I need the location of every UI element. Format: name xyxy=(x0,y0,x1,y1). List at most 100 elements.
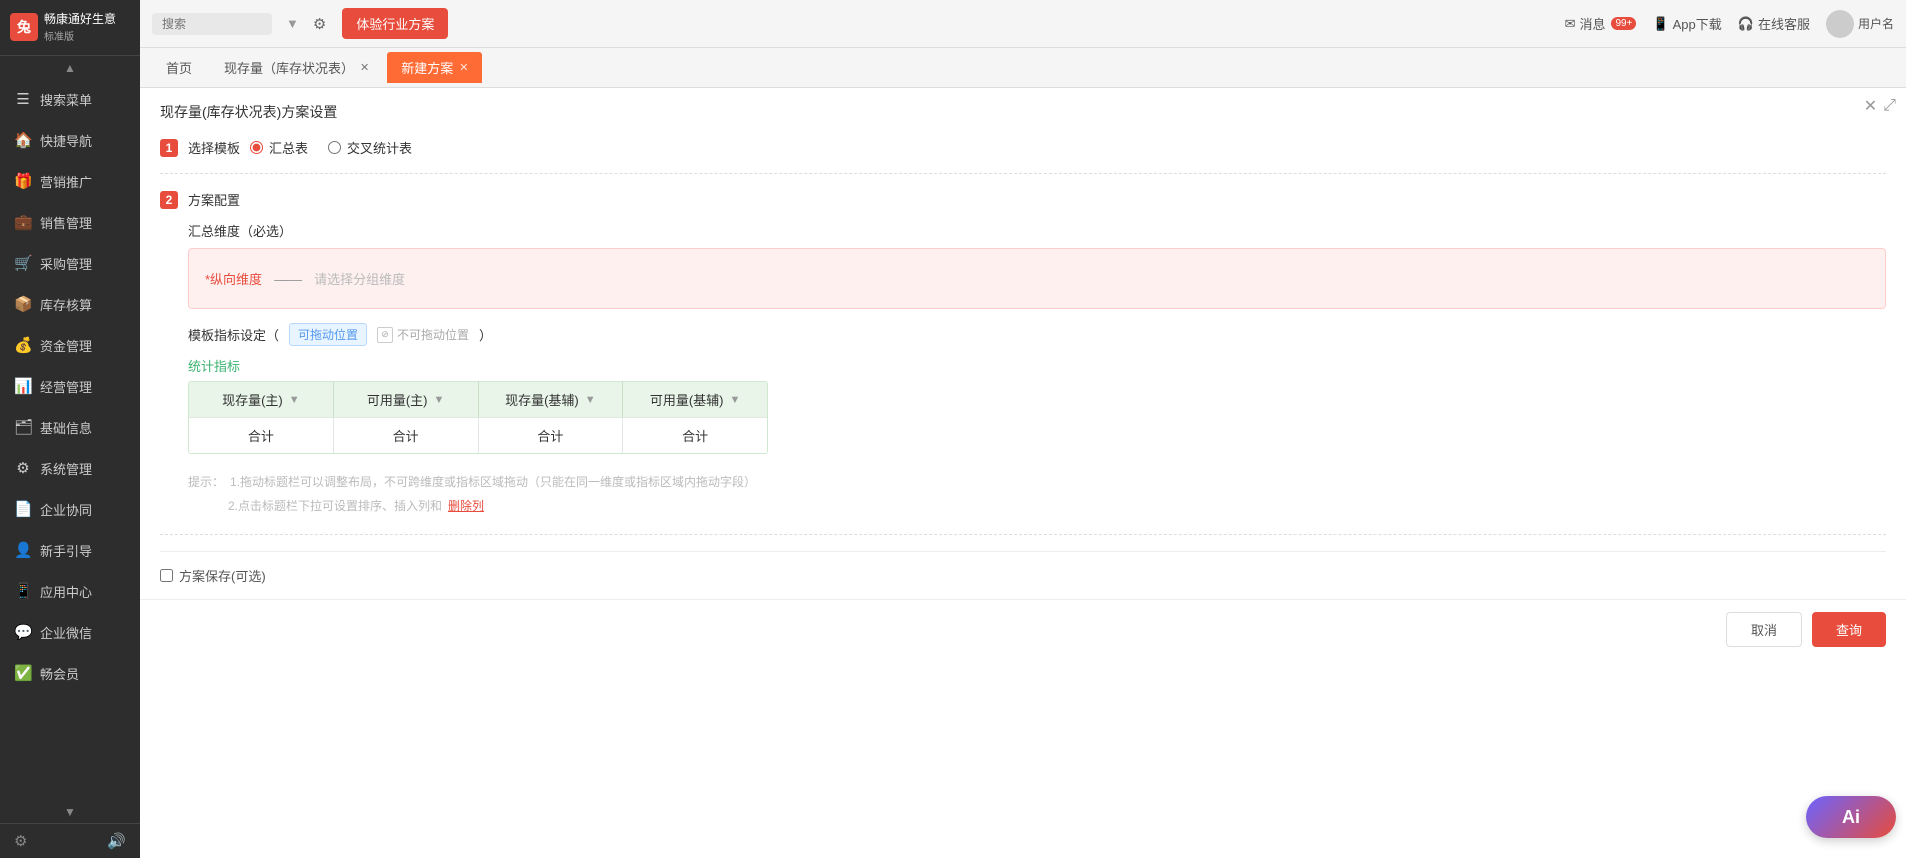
save-option: 方案保存(可选) xyxy=(160,551,1886,585)
expand-panel-btn[interactable]: ⤢ xyxy=(1883,96,1896,116)
radio-summary-input[interactable] xyxy=(250,141,263,154)
cancel-button[interactable]: 取消 xyxy=(1726,612,1802,647)
tip2-link[interactable]: 删除列 xyxy=(448,494,484,518)
radio-cross[interactable]: 交叉统计表 xyxy=(328,138,412,157)
app-download-btn[interactable]: 📱 App下载 xyxy=(1652,14,1721,33)
sidebar-item-finance[interactable]: 💰 资金管理 xyxy=(0,325,140,366)
step2-title: 方案配置 xyxy=(188,190,240,209)
step1-section: 1 选择模板 汇总表 交叉统计表 xyxy=(160,138,1886,157)
message-badge: 99+ xyxy=(1611,17,1636,30)
sidebar-item-enterprise[interactable]: 📄 企业协同 xyxy=(0,489,140,530)
user-icon: 👤 xyxy=(14,541,32,559)
topbar: ▼ ⚙ 体验行业方案 ✉ 消息 99+ 📱 App下载 🎧 在线客服 用户名 xyxy=(140,0,1906,48)
sidebar-item-basic-info[interactable]: 🗂 基础信息 xyxy=(0,407,140,448)
sidebar-item-newbie[interactable]: 👤 新手引导 xyxy=(0,530,140,571)
user-profile-btn[interactable]: 用户名 xyxy=(1826,10,1894,38)
col2-label: 现存量(基辅) xyxy=(505,390,579,409)
sidebar-item-label: 快捷导航 xyxy=(40,131,92,150)
tip-row-1: 提示： 1.拖动标题栏可以调整布局，不可跨维度或指标区域拖动（只能在同一维度或指… xyxy=(188,470,1886,494)
tab-home[interactable]: 首页 xyxy=(152,52,206,83)
sidebar-scroll-down[interactable]: ▼ xyxy=(0,800,140,823)
online-service-btn[interactable]: 🎧 在线客服 xyxy=(1738,14,1810,33)
indicator-label-text: 模板指标设定（ xyxy=(188,325,279,344)
scroll-down-btn[interactable]: ▼ xyxy=(0,805,140,819)
col1-label: 可用量(主) xyxy=(367,390,428,409)
phone-icon: 📱 xyxy=(14,582,32,600)
stats-header-row: 现存量(主) ▼ 可用量(主) ▼ 现存量(基辅) ▼ xyxy=(189,382,767,417)
app-download-label: App下载 xyxy=(1673,14,1722,33)
chart-icon: 📊 xyxy=(14,377,32,395)
box-icon: 📦 xyxy=(14,295,32,313)
sidebar-item-search-menu[interactable]: ☰ 搜索菜单 xyxy=(0,79,140,120)
stats-header-cell-3: 可用量(基辅) ▼ xyxy=(623,382,767,417)
drag-badge: 可拖动位置 xyxy=(289,323,367,346)
radio-summary[interactable]: 汇总表 xyxy=(250,138,308,157)
step1-header: 1 选择模板 汇总表 交叉统计表 xyxy=(160,138,1886,157)
tab-new-plan[interactable]: 新建方案 ✕ xyxy=(387,52,482,83)
sidebar-item-label: 应用中心 xyxy=(40,582,92,601)
headset-icon: 🎧 xyxy=(1738,16,1754,32)
search-input[interactable] xyxy=(152,13,272,35)
sidebar-item-membership[interactable]: ✅ 畅会员 xyxy=(0,653,140,694)
stats-data-cell-0-1: 合计 xyxy=(334,417,479,453)
sidebar-item-wechat[interactable]: 💬 企业微信 xyxy=(0,612,140,653)
step2-section: 2 方案配置 汇总维度（必选） *纵向维度 —— 请选择分组维度 模板指标设定（ xyxy=(160,190,1886,518)
col2-chevron-icon[interactable]: ▼ xyxy=(585,394,596,406)
message-icon: ✉ xyxy=(1565,16,1576,32)
online-service-label: 在线客服 xyxy=(1758,14,1810,33)
indicator-label-close: ） xyxy=(479,325,492,344)
tips-area: 提示： 1.拖动标题栏可以调整布局，不可跨维度或指标区域拖动（只能在同一维度或指… xyxy=(188,470,1886,518)
col3-chevron-icon[interactable]: ▼ xyxy=(730,394,741,406)
dimension-placeholder: 请选择分组维度 xyxy=(314,269,405,288)
step1-number: 1 xyxy=(160,139,178,157)
sidebar-item-operations[interactable]: 📊 经营管理 xyxy=(0,366,140,407)
sidebar-item-marketing[interactable]: 🎁 营销推广 xyxy=(0,161,140,202)
dimension-area: *纵向维度 —— 请选择分组维度 xyxy=(188,248,1886,309)
tab-close-new-plan[interactable]: ✕ xyxy=(459,61,468,74)
tab-close-inventory[interactable]: ✕ xyxy=(360,61,369,74)
folder-icon: 🗂 xyxy=(14,418,32,436)
query-button[interactable]: 查询 xyxy=(1812,612,1886,647)
dimension-arrow: —— xyxy=(274,271,302,287)
radio-cross-label: 交叉统计表 xyxy=(347,138,412,157)
col0-chevron-icon[interactable]: ▼ xyxy=(289,394,300,406)
col3-label: 可用量(基辅) xyxy=(650,390,724,409)
home-icon: 🏠 xyxy=(14,131,32,149)
topbar-gear-icon[interactable]: ⚙ xyxy=(313,15,326,33)
stats-data-cell-0-3: 合计 xyxy=(623,417,767,453)
content-top-actions: ✕ ⤢ xyxy=(1864,96,1896,116)
sidebar-item-system[interactable]: ⚙ 系统管理 xyxy=(0,448,140,489)
sidebar-item-quick-nav[interactable]: 🏠 快捷导航 xyxy=(0,120,140,161)
col1-chevron-icon[interactable]: ▼ xyxy=(434,394,445,406)
message-btn[interactable]: ✉ 消息 99+ xyxy=(1565,14,1637,33)
search-chevron-icon[interactable]: ▼ xyxy=(286,16,299,31)
speaker-icon[interactable]: 🔊 xyxy=(107,832,126,850)
save-checkbox[interactable] xyxy=(160,569,173,582)
sidebar-item-sales[interactable]: 💼 销售管理 xyxy=(0,202,140,243)
sidebar-item-app-center[interactable]: 📱 应用中心 xyxy=(0,571,140,612)
username-label: 用户名 xyxy=(1858,15,1894,32)
dimension-config: 汇总维度（必选） *纵向维度 —— 请选择分组维度 模板指标设定（ 可拖动位置 … xyxy=(188,221,1886,518)
app-name: 畅康通好生意 xyxy=(44,12,116,28)
indicator-settings: 模板指标设定（ 可拖动位置 ⊘ 不可拖动位置 ） xyxy=(188,323,1886,346)
close-panel-btn[interactable]: ✕ xyxy=(1864,96,1877,116)
step1-title: 选择模板 xyxy=(188,138,240,157)
sidebar-item-label: 搜索菜单 xyxy=(40,90,92,109)
section-divider-2 xyxy=(160,534,1886,535)
trial-industry-button[interactable]: 体验行业方案 xyxy=(342,8,448,39)
sidebar-scroll-up[interactable]: ▲ xyxy=(0,56,140,79)
template-radio-group: 汇总表 交叉统计表 xyxy=(250,138,412,157)
stats-title: 统计指标 xyxy=(188,356,1886,375)
scroll-up-btn[interactable]: ▲ xyxy=(0,61,140,75)
sidebar-item-inventory[interactable]: 📦 库存核算 xyxy=(0,284,140,325)
ai-bubble[interactable]: Ai xyxy=(1806,796,1896,838)
sidebar-item-label: 库存核算 xyxy=(40,295,92,314)
stats-header-cell-0: 现存量(主) ▼ xyxy=(189,382,334,417)
settings-icon[interactable]: ⚙ xyxy=(14,832,27,850)
tab-inventory-status[interactable]: 现存量（库存状况表） ✕ xyxy=(210,52,383,83)
save-option-label: 方案保存(可选) xyxy=(179,566,266,585)
logo-icon: 兔 xyxy=(10,13,38,41)
radio-cross-input[interactable] xyxy=(328,141,341,154)
sidebar-item-purchase[interactable]: 🛒 采购管理 xyxy=(0,243,140,284)
gift-icon: 🎁 xyxy=(14,172,32,190)
